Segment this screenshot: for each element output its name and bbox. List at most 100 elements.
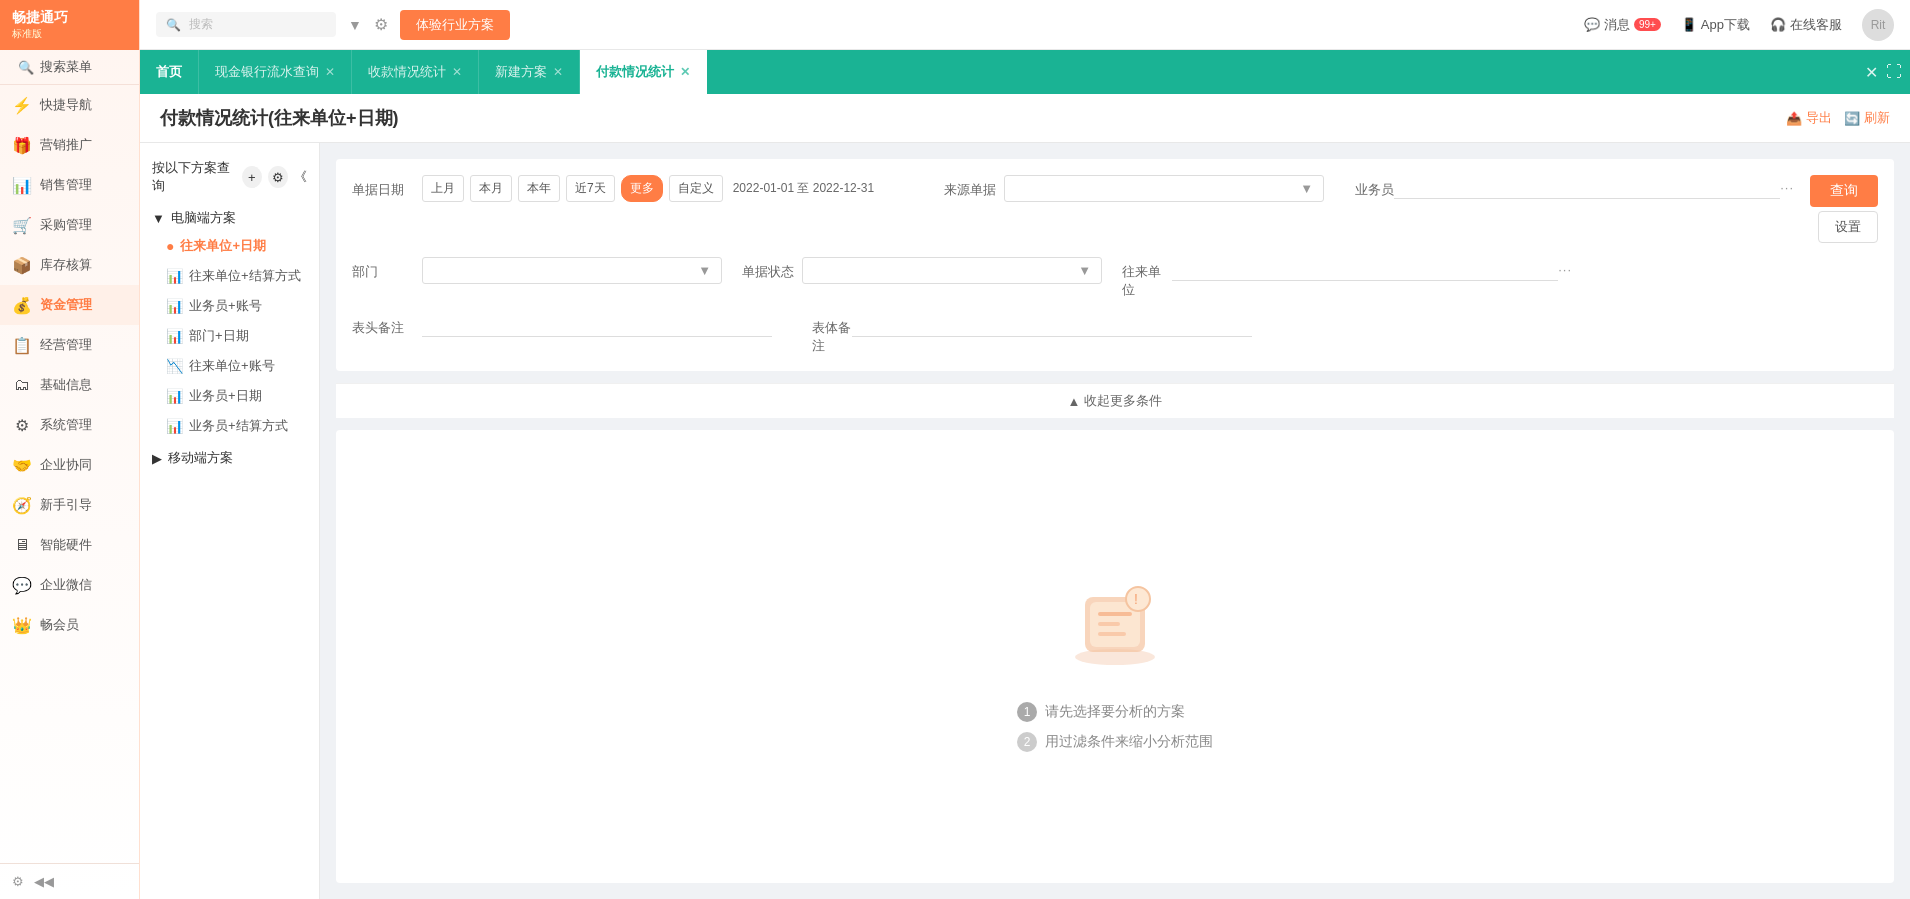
panel-add-btn[interactable]: + [242,166,262,188]
body-note-input[interactable] [852,313,1252,337]
unit-input[interactable] [1172,257,1558,281]
scheme-item-unit-settle[interactable]: 📊 往来单位+结算方式 [140,261,319,291]
tab-payment-stat[interactable]: 付款情况统计 ✕ [580,50,707,94]
app-download-button[interactable]: 📱 App下载 [1681,16,1750,34]
search-label: 搜索菜单 [40,58,92,76]
date-btn-this-month[interactable]: 本月 [470,175,512,202]
tab-bank-flow[interactable]: 现金银行流水查询 ✕ [199,50,352,94]
status-chevron-icon: ▼ [1078,263,1091,278]
staff-label: 业务员 [1324,175,1394,199]
page-title: 付款情况统计(往来单位+日期) [160,106,399,130]
system-icon: ⚙ [12,415,32,435]
date-btn-custom[interactable]: 自定义 [669,175,723,202]
scheme-item-staff-account[interactable]: 📊 业务员+账号 [140,291,319,321]
scheme-item-unit-account[interactable]: 📉 往来单位+账号 [140,351,319,381]
topbar-gear-icon[interactable]: ⚙ [374,15,388,34]
scheme-item-dept-date[interactable]: 📊 部门+日期 [140,321,319,351]
scheme-chart-icon: 📊 [166,328,183,344]
staff-input[interactable] [1394,175,1780,199]
unit-dots-icon[interactable]: ··· [1558,262,1572,277]
export-icon: 📤 [1786,111,1802,126]
refresh-label: 刷新 [1864,109,1890,127]
mobile-group-title[interactable]: ▶ 移动端方案 [140,445,319,471]
dept-select[interactable]: ▼ [422,257,722,284]
query-actions: 查询 设置 [1810,175,1878,243]
body-note-filter [852,313,1878,337]
dept-label: 部门 [352,257,422,281]
svg-rect-5 [1098,632,1126,636]
tab-receipt-stat-close[interactable]: ✕ [452,65,462,79]
topbar-dropdown-arrow[interactable]: ▼ [348,17,362,33]
filter-row-1: 单据日期 上月 本月 本年 近7天 更多 自定义 2022-01-01 至 20… [352,175,1878,243]
message-button[interactable]: 💬 消息 99+ [1584,16,1661,34]
unit-filter: ··· [1172,257,1572,281]
export-button[interactable]: 📤 导出 [1786,109,1832,127]
user-avatar[interactable]: Rit [1862,9,1894,41]
sidebar-item-label: 采购管理 [40,216,92,234]
empty-state: ! 1 请先选择要分析的方案 2 用过滤条件来缩小分析范围 [336,430,1894,883]
scheme-item-staff-date[interactable]: 📊 业务员+日期 [140,381,319,411]
tab-new-scheme-close[interactable]: ✕ [553,65,563,79]
tab-close-all-icon[interactable]: ✕ [1865,63,1878,82]
tab-expand-icon[interactable]: ⛶ [1886,63,1902,81]
scheme-item-staff-settle[interactable]: 📊 业务员+结算方式 [140,411,319,441]
topbar-search[interactable]: 🔍 搜索 [156,12,336,37]
date-btn-this-year[interactable]: 本年 [518,175,560,202]
sidebar-item-sales[interactable]: 📊 销售管理 [0,165,139,205]
tab-receipt-stat[interactable]: 收款情况统计 ✕ [352,50,479,94]
staff-dots-icon[interactable]: ··· [1780,180,1794,195]
status-select[interactable]: ▼ [802,257,1102,284]
sidebar-item-guide[interactable]: 🧭 新手引导 [0,485,139,525]
online-service-label: 在线客服 [1790,16,1842,34]
source-select[interactable]: ▼ [1004,175,1324,202]
scheme-item-unit-date[interactable]: ● 往来单位+日期 [140,231,319,261]
desktop-group-title[interactable]: ▼ 电脑端方案 [140,205,319,231]
page-actions: 📤 导出 🔄 刷新 [1786,109,1890,127]
tab-new-scheme[interactable]: 新建方案 ✕ [479,50,580,94]
tab-home[interactable]: 首页 [140,50,199,94]
sidebar-item-vip[interactable]: 👑 畅会员 [0,605,139,645]
trial-button[interactable]: 体验行业方案 [400,10,510,40]
refresh-button[interactable]: 🔄 刷新 [1844,109,1890,127]
sidebar-item-label: 销售管理 [40,176,92,194]
topbar-search-text: 搜索 [189,16,213,33]
marketing-icon: 🎁 [12,135,32,155]
panel-settings-btn[interactable]: ⚙ [268,166,288,188]
query-button[interactable]: 查询 [1810,175,1878,207]
collapse-more-btn[interactable]: ▲ 收起更多条件 [336,383,1894,418]
sidebar-item-enterprise[interactable]: 🤝 企业协同 [0,445,139,485]
header-note-input[interactable] [422,313,772,337]
sidebar-item-operation[interactable]: 📋 经营管理 [0,325,139,365]
tip-text-2: 用过滤条件来缩小分析范围 [1045,733,1213,751]
sidebar-item-purchase[interactable]: 🛒 采购管理 [0,205,139,245]
date-btn-7days[interactable]: 近7天 [566,175,615,202]
source-label: 来源单据 [924,175,1004,199]
sidebar-search[interactable]: 🔍 搜索菜单 [0,50,139,85]
sidebar-item-marketing[interactable]: 🎁 营销推广 [0,125,139,165]
left-panel: 按以下方案查询 + ⚙ 《 ▼ 电脑端方案 ● 往来单位+日期 📊 往来单位+结… [140,143,320,899]
filter-settings-button[interactable]: 设置 [1818,211,1878,243]
svg-rect-4 [1098,622,1120,626]
date-btn-last-month[interactable]: 上月 [422,175,464,202]
sidebar-item-system[interactable]: ⚙ 系统管理 [0,405,139,445]
status-label: 单据状态 [722,257,802,281]
date-btn-more[interactable]: 更多 [621,175,663,202]
finance-icon: 💰 [12,295,32,315]
sidebar-item-inventory[interactable]: 📦 库存核算 [0,245,139,285]
sidebar-item-wechat[interactable]: 💬 企业微信 [0,565,139,605]
sidebar-settings-icon[interactable]: ⚙ [12,874,24,889]
sidebar-item-basic[interactable]: 🗂 基础信息 [0,365,139,405]
sidebar-item-finance[interactable]: 💰 资金管理 [0,285,139,325]
panel-collapse-btn[interactable]: 《 [294,168,307,186]
sidebar-item-hardware[interactable]: 🖥 智能硬件 [0,525,139,565]
scheme-item-label: 业务员+账号 [189,297,262,315]
tab-payment-stat-close[interactable]: ✕ [680,65,690,79]
sidebar-item-quick-nav[interactable]: ⚡ 快捷导航 [0,85,139,125]
sidebar-item-label: 企业协同 [40,456,92,474]
sidebar-collapse-icon[interactable]: ◀◀ [34,874,54,889]
chevron-down-icon: ▼ [152,211,165,226]
basic-icon: 🗂 [12,375,32,395]
tab-bank-flow-close[interactable]: ✕ [325,65,335,79]
online-service-button[interactable]: 🎧 在线客服 [1770,16,1842,34]
tab-receipt-stat-label: 收款情况统计 [368,63,446,81]
